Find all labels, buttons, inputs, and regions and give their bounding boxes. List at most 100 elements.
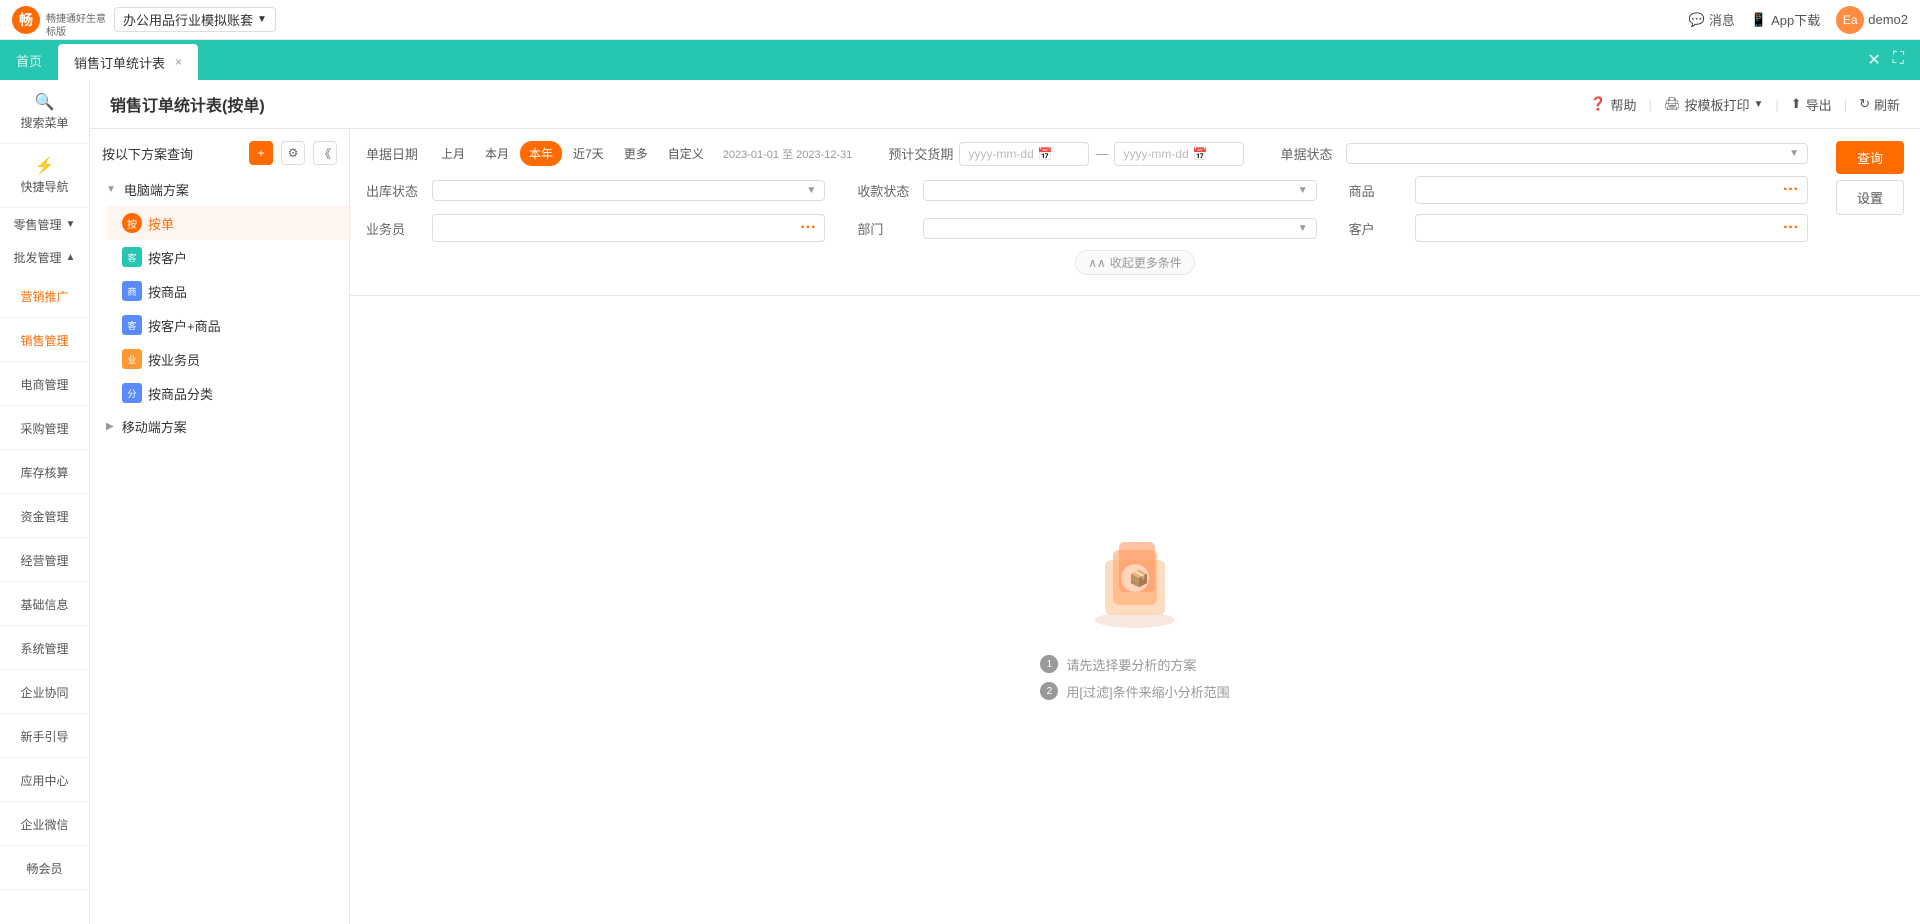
scheme-item-by-category[interactable]: 分 按商品分类 bbox=[106, 376, 349, 410]
date-btn-more[interactable]: 更多 bbox=[615, 141, 657, 166]
payment-status-select[interactable]: ▼ bbox=[923, 180, 1316, 201]
collapse-button[interactable]: ∧∧ 收起更多条件 bbox=[1075, 250, 1195, 275]
sidebar-item-sales[interactable]: 销售管理 bbox=[0, 318, 89, 362]
scheme-item-by-customer-goods[interactable]: 客 按客户+商品 bbox=[106, 308, 349, 342]
chevron-down-icon: ▼ bbox=[257, 14, 267, 25]
goods-select[interactable]: ··· bbox=[1415, 176, 1808, 204]
empty-hint-1: 1 请先选择要分析的方案 bbox=[1040, 655, 1229, 674]
date-btn-last-month[interactable]: 上月 bbox=[432, 141, 474, 166]
salesman-select[interactable]: ··· bbox=[432, 214, 825, 242]
settings-scheme-button[interactable]: ⚙ bbox=[281, 141, 305, 165]
scheme-item-by-salesman[interactable]: 业 按业务员 bbox=[106, 342, 349, 376]
help-button[interactable]: ❓ 帮助 bbox=[1590, 95, 1636, 114]
date-btn-custom[interactable]: 自定义 bbox=[659, 141, 713, 166]
sidebar-item-wechat[interactable]: 企业微信 bbox=[0, 802, 89, 846]
status-select[interactable]: ▼ bbox=[1346, 143, 1808, 164]
expected-date-to-input[interactable]: yyyy-mm-dd 📅 bbox=[1114, 142, 1244, 166]
workspace-selector[interactable]: 办公用品行业模拟账套 ▼ bbox=[114, 7, 276, 32]
filter-main: 单据日期 上月 本月 本年 近7天 更多 自定义 bbox=[366, 141, 1808, 242]
panel-toolbar: 按以下方案查询 + ⚙ 《 bbox=[90, 141, 349, 173]
top-bar: 畅 畅捷通好生意 标版 办公用品行业模拟账套 ▼ 💬 消息 📱 App下载 Ea… bbox=[0, 0, 1920, 40]
refresh-button[interactable]: ↻ 刷新 bbox=[1859, 95, 1900, 114]
filter-row-3: 业务员 ··· 部门 ▼ bbox=[366, 214, 1808, 242]
tree-section-pc[interactable]: ▼ 电脑端方案 bbox=[90, 173, 349, 206]
dept-label: 部门 bbox=[857, 219, 917, 238]
out-status-select[interactable]: ▼ bbox=[432, 180, 825, 201]
goods-ellipsis-icon: ··· bbox=[1783, 181, 1799, 199]
scheme-item-by-order[interactable]: 按 按单 bbox=[106, 206, 349, 240]
sidebar-item-system[interactable]: 系统管理 bbox=[0, 626, 89, 670]
sidebar-item-enterprise[interactable]: 企业协同 bbox=[0, 670, 89, 714]
top-bar-left: 畅 畅捷通好生意 标版 办公用品行业模拟账套 ▼ bbox=[12, 0, 276, 39]
empty-illustration: 📦 bbox=[1075, 520, 1195, 643]
scheme-list: 按 按单 客 按客户 商 按商品 客 按客户+商品 bbox=[90, 206, 349, 410]
payment-status-label: 收款状态 bbox=[857, 181, 917, 200]
sidebar-item-newuser[interactable]: 新手引导 bbox=[0, 714, 89, 758]
content-area: 销售订单统计表(按单) ❓ 帮助 | 🖨 按模板打印 ▼ | ⬆ 导出 | bbox=[90, 80, 1920, 924]
tab-sales-order-stats[interactable]: 销售订单统计表 × bbox=[58, 44, 198, 80]
status-label: 单据状态 bbox=[1280, 144, 1340, 163]
expected-date-label: 预计交货期 bbox=[888, 144, 953, 163]
hint-num-1: 1 bbox=[1040, 655, 1058, 673]
app-logo: 畅 bbox=[12, 6, 40, 34]
collapse-panel-button[interactable]: 《 bbox=[313, 141, 337, 165]
sidebar-item-marketing[interactable]: 营销推广 bbox=[0, 274, 89, 318]
sidebar-item-appcenter[interactable]: 应用中心 bbox=[0, 758, 89, 802]
date-btn-7days[interactable]: 近7天 bbox=[564, 141, 613, 166]
settings-button[interactable]: 设置 bbox=[1836, 180, 1904, 215]
page-actions: ❓ 帮助 | 🖨 按模板打印 ▼ | ⬆ 导出 | ↻ 刷新 bbox=[1590, 95, 1900, 114]
sidebar-item-operation[interactable]: 经营管理 bbox=[0, 538, 89, 582]
sidebar-item-finance[interactable]: 资金管理 bbox=[0, 494, 89, 538]
expected-date-from-input[interactable]: yyyy-mm-dd 📅 bbox=[959, 142, 1089, 166]
tab-close-icon[interactable]: × bbox=[175, 55, 182, 69]
date-btn-this-year[interactable]: 本年 bbox=[520, 141, 562, 166]
customer-ellipsis-icon: ··· bbox=[1783, 219, 1799, 237]
query-button[interactable]: 查询 bbox=[1836, 141, 1904, 174]
query-buttons: 查询 设置 bbox=[1824, 141, 1904, 215]
tree-section-mobile[interactable]: ▶ 移动端方案 bbox=[90, 410, 349, 443]
sidebar-item-inventory[interactable]: 库存核算 bbox=[0, 450, 89, 494]
scheme-icon-by-customer: 客 bbox=[122, 247, 142, 267]
left-panel: 按以下方案查询 + ⚙ 《 ▼ 电脑端方案 bbox=[90, 129, 350, 924]
salesman-label: 业务员 bbox=[366, 219, 426, 238]
help-icon: ❓ bbox=[1590, 96, 1606, 112]
message-button[interactable]: 💬 消息 bbox=[1689, 10, 1735, 29]
download-icon: 📱 bbox=[1751, 12, 1767, 28]
status-arrow-icon: ▼ bbox=[1789, 148, 1799, 159]
add-scheme-button[interactable]: + bbox=[249, 141, 273, 165]
scheme-icon-by-salesman: 业 bbox=[122, 349, 142, 369]
close-window-icon[interactable]: ✕ bbox=[1867, 50, 1880, 70]
export-button[interactable]: ⬆ 导出 bbox=[1791, 95, 1832, 114]
avatar: Ea bbox=[1836, 6, 1864, 34]
tab-bar-actions: ✕ ⛶ bbox=[1867, 50, 1904, 70]
sidebar-item-purchase[interactable]: 采购管理 bbox=[0, 406, 89, 450]
sidebar-item-retail[interactable]: 零售管理 ▼ bbox=[0, 208, 89, 241]
sidebar-item-quicknav[interactable]: ⚡ 快捷导航 bbox=[0, 144, 89, 208]
print-button[interactable]: 🖨 按模板打印 ▼ bbox=[1664, 95, 1763, 114]
sidebar-item-search[interactable]: 🔍 搜索菜单 bbox=[0, 80, 89, 144]
maximize-icon[interactable]: ⛶ bbox=[1893, 50, 1904, 70]
content-inner: 按以下方案查询 + ⚙ 《 ▼ 电脑端方案 bbox=[90, 129, 1920, 924]
scheme-item-by-customer[interactable]: 客 按客户 bbox=[106, 240, 349, 274]
dept-select[interactable]: ▼ bbox=[923, 218, 1316, 239]
export-icon: ⬆ bbox=[1791, 96, 1802, 112]
date-btn-this-month[interactable]: 本月 bbox=[476, 141, 518, 166]
customer-select[interactable]: ··· bbox=[1415, 214, 1808, 242]
out-status-label: 出库状态 bbox=[366, 181, 426, 200]
top-bar-right: 💬 消息 📱 App下载 Ea demo2 bbox=[1689, 6, 1908, 34]
user-menu[interactable]: Ea demo2 bbox=[1836, 6, 1908, 34]
expand-icon: ▼ bbox=[106, 184, 116, 195]
tab-home[interactable]: 首页 bbox=[0, 40, 58, 80]
refresh-icon: ↻ bbox=[1859, 96, 1870, 112]
customer-label: 客户 bbox=[1349, 219, 1409, 238]
sidebar-item-member[interactable]: 畅会员 bbox=[0, 846, 89, 890]
scheme-icon-by-cg: 客 bbox=[122, 315, 142, 335]
sidebar-item-basic[interactable]: 基础信息 bbox=[0, 582, 89, 626]
filter-area: 单据日期 上月 本月 本年 近7天 更多 自定义 bbox=[350, 129, 1920, 296]
scheme-item-by-goods[interactable]: 商 按商品 bbox=[106, 274, 349, 308]
sidebar-item-ecommerce[interactable]: 电商管理 bbox=[0, 362, 89, 406]
logo-box: 畅 畅捷通好生意 标版 bbox=[12, 0, 106, 39]
app-download-button[interactable]: 📱 App下载 bbox=[1751, 10, 1820, 29]
app-name-label: 畅捷通好生意 标版 bbox=[46, 0, 106, 39]
sidebar-item-wholesale[interactable]: 批发管理 ▲ bbox=[0, 241, 89, 274]
